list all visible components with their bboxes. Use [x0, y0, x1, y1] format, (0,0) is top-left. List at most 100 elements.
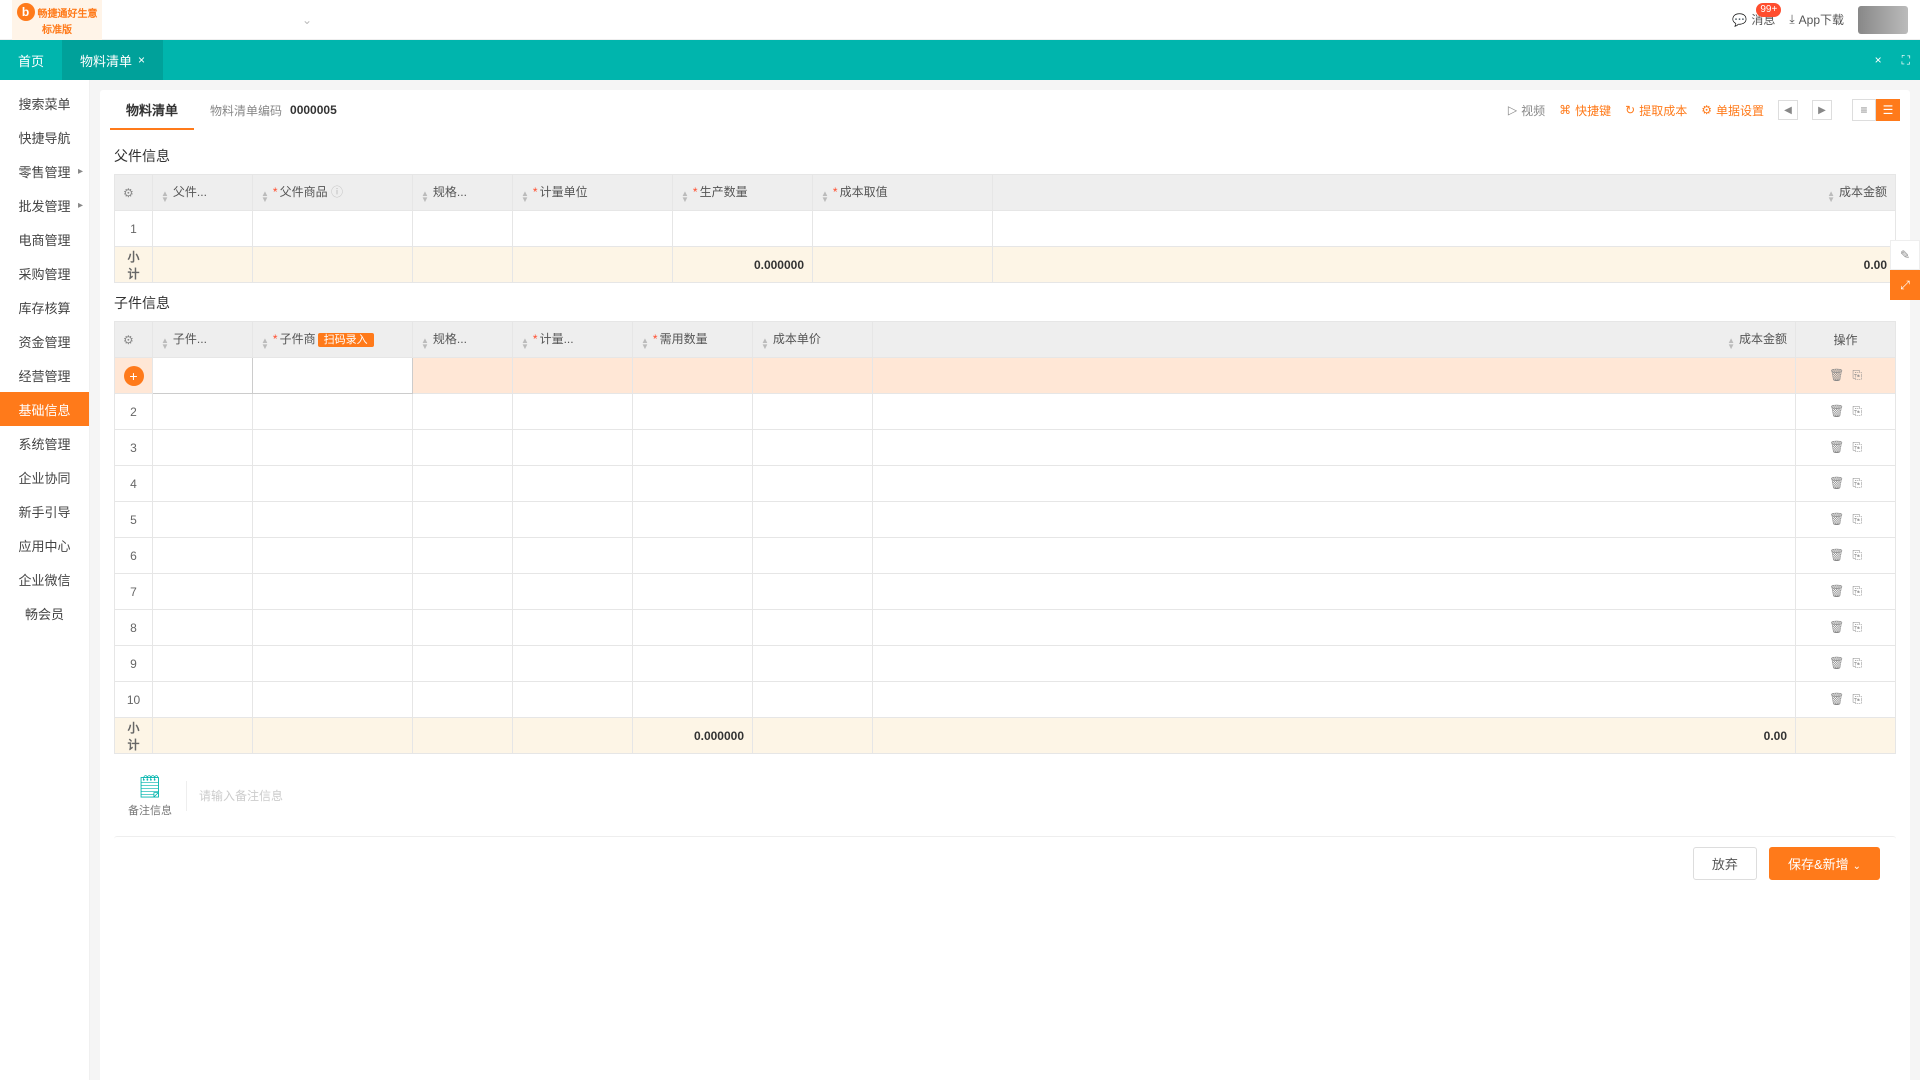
- child-cell[interactable]: [153, 358, 253, 394]
- child-cell[interactable]: [513, 502, 633, 538]
- child-row[interactable]: 10🗑⎘: [115, 682, 1896, 718]
- child-cell[interactable]: [633, 610, 753, 646]
- parent-col-amount[interactable]: ▲▼成本金额: [993, 175, 1896, 211]
- child-row[interactable]: 6🗑⎘: [115, 538, 1896, 574]
- child-cell[interactable]: [633, 502, 753, 538]
- child-cell[interactable]: [633, 394, 753, 430]
- delete-icon[interactable]: 🗑: [1829, 620, 1844, 634]
- child-cell[interactable]: [153, 430, 253, 466]
- child-cell[interactable]: [253, 358, 413, 394]
- tab-bom[interactable]: 物料清单 ×: [62, 40, 163, 80]
- delete-icon[interactable]: 🗑: [1829, 692, 1844, 706]
- parent-cell-unit[interactable]: [513, 211, 673, 247]
- sidebar-item-0[interactable]: 搜索菜单: [0, 86, 89, 120]
- delete-icon[interactable]: 🗑: [1829, 440, 1844, 454]
- child-cell[interactable]: [413, 610, 513, 646]
- child-col-gear[interactable]: ⚙: [115, 322, 153, 358]
- sidebar-item-8[interactable]: 经营管理: [0, 358, 89, 392]
- copy-icon[interactable]: ⎘: [1852, 512, 1862, 526]
- delete-icon[interactable]: 🗑: [1829, 512, 1844, 526]
- child-cell[interactable]: [873, 430, 1796, 466]
- parent-cell-qty[interactable]: [673, 211, 813, 247]
- child-cell[interactable]: [413, 358, 513, 394]
- child-cell[interactable]: [753, 646, 873, 682]
- sidebar-item-9[interactable]: 基础信息: [0, 392, 89, 426]
- child-cell[interactable]: [753, 430, 873, 466]
- child-row[interactable]: 2🗑⎘: [115, 394, 1896, 430]
- parent-cell-amount[interactable]: [993, 211, 1896, 247]
- parent-col-costsrc[interactable]: ▲▼*成本取值: [813, 175, 993, 211]
- save-add-button[interactable]: 保存&新增⌄: [1769, 847, 1880, 880]
- child-cell[interactable]: [153, 646, 253, 682]
- child-row[interactable]: 9🗑⎘: [115, 646, 1896, 682]
- child-cell[interactable]: [873, 466, 1796, 502]
- expand-tool-button[interactable]: ⤢: [1890, 270, 1920, 300]
- child-col-code[interactable]: ▲▼子件...: [153, 322, 253, 358]
- child-cell[interactable]: [873, 574, 1796, 610]
- messages-button[interactable]: 💬 消息 99+: [1732, 11, 1775, 28]
- child-cell[interactable]: [253, 502, 413, 538]
- child-cell[interactable]: [513, 646, 633, 682]
- parent-cell-product[interactable]: [253, 211, 413, 247]
- child-cell[interactable]: [253, 466, 413, 502]
- sidebar-item-3[interactable]: 批发管理▸: [0, 188, 89, 222]
- close-icon[interactable]: ×: [138, 53, 145, 67]
- child-row[interactable]: 7🗑⎘: [115, 574, 1896, 610]
- child-cell[interactable]: [513, 358, 633, 394]
- view-form-button[interactable]: ☰: [1876, 99, 1900, 121]
- child-col-product[interactable]: ▲▼*子件商扫码录入: [253, 322, 413, 358]
- child-cell[interactable]: [873, 358, 1796, 394]
- copy-icon[interactable]: ⎘: [1852, 692, 1862, 706]
- sidebar-item-10[interactable]: 系统管理: [0, 426, 89, 460]
- child-cell[interactable]: [513, 430, 633, 466]
- delete-icon[interactable]: 🗑: [1829, 404, 1844, 418]
- extract-cost-link[interactable]: ↻提取成本: [1625, 102, 1687, 119]
- child-cell[interactable]: [413, 502, 513, 538]
- avatar[interactable]: [1858, 6, 1908, 34]
- child-cell[interactable]: [513, 466, 633, 502]
- parent-cell-spec[interactable]: [413, 211, 513, 247]
- child-cell[interactable]: [873, 646, 1796, 682]
- doc-setting-link[interactable]: ⚙单据设置: [1701, 102, 1764, 119]
- child-cell[interactable]: [633, 466, 753, 502]
- child-cell[interactable]: [253, 538, 413, 574]
- copy-icon[interactable]: ⎘: [1852, 548, 1862, 562]
- sidebar-item-7[interactable]: 资金管理: [0, 324, 89, 358]
- child-cell[interactable]: [153, 610, 253, 646]
- sidebar-item-4[interactable]: 电商管理: [0, 222, 89, 256]
- child-cell[interactable]: [413, 466, 513, 502]
- child-cell[interactable]: [513, 610, 633, 646]
- parent-col-unit[interactable]: ▲▼*计量单位: [513, 175, 673, 211]
- shortcut-link[interactable]: ⌘快捷键: [1559, 102, 1611, 119]
- child-cell[interactable]: [873, 610, 1796, 646]
- child-cell[interactable]: [253, 574, 413, 610]
- parent-col-spec[interactable]: ▲▼规格...: [413, 175, 513, 211]
- child-cell[interactable]: [253, 610, 413, 646]
- pager-prev[interactable]: ◀: [1778, 100, 1798, 120]
- child-cell[interactable]: [753, 574, 873, 610]
- delete-icon[interactable]: 🗑: [1829, 548, 1844, 562]
- delete-icon[interactable]: 🗑: [1829, 584, 1844, 598]
- child-cell[interactable]: [753, 610, 873, 646]
- child-cell[interactable]: [153, 502, 253, 538]
- child-cell[interactable]: [633, 538, 753, 574]
- child-cell[interactable]: [633, 574, 753, 610]
- pager-next[interactable]: ▶: [1812, 100, 1832, 120]
- parent-row[interactable]: 1: [115, 211, 1896, 247]
- child-cell[interactable]: [753, 502, 873, 538]
- child-cell[interactable]: [413, 538, 513, 574]
- child-cell[interactable]: [253, 430, 413, 466]
- delete-icon[interactable]: 🗑: [1829, 368, 1844, 382]
- copy-icon[interactable]: ⎘: [1852, 368, 1862, 382]
- child-cell[interactable]: [873, 682, 1796, 718]
- child-col-amount[interactable]: ▲▼成本金额: [873, 322, 1796, 358]
- child-cell[interactable]: [753, 682, 873, 718]
- discard-button[interactable]: 放弃: [1693, 847, 1757, 880]
- child-cell[interactable]: [153, 574, 253, 610]
- child-cell[interactable]: [633, 646, 753, 682]
- add-row-button[interactable]: +: [124, 366, 144, 386]
- child-cell[interactable]: [153, 394, 253, 430]
- child-cell[interactable]: [513, 394, 633, 430]
- tabstrip-close-button[interactable]: ×: [1865, 53, 1892, 67]
- scan-input-button[interactable]: 扫码录入: [318, 333, 374, 347]
